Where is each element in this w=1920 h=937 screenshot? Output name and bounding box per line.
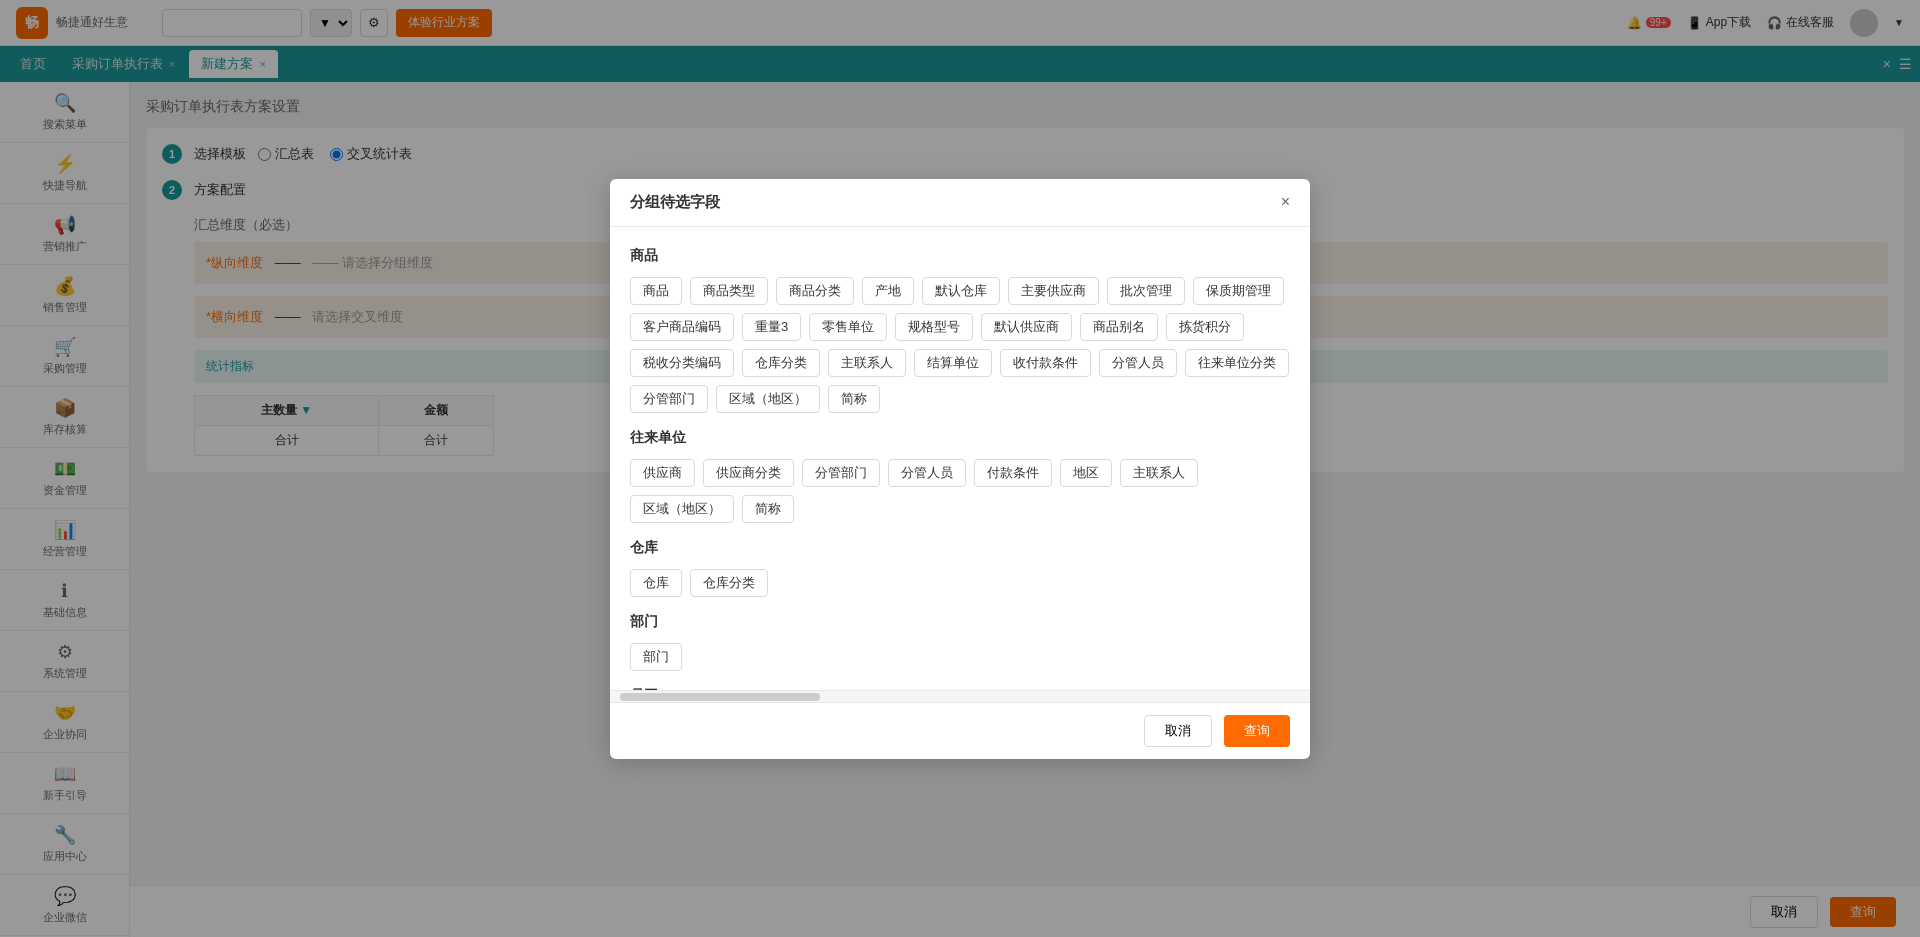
field-tag-weight3[interactable]: 重量3 [742, 313, 801, 341]
field-tag-supplier[interactable]: 供应商 [630, 459, 695, 487]
field-tag-main-contact-partner[interactable]: 主联系人 [1120, 459, 1198, 487]
field-tag-spec-model[interactable]: 规格型号 [895, 313, 973, 341]
field-tag-dept[interactable]: 部门 [630, 643, 682, 671]
field-tag-supplier-cat[interactable]: 供应商分类 [703, 459, 794, 487]
field-tag-region-partner[interactable]: 地区 [1060, 459, 1112, 487]
field-tag-tax-code[interactable]: 税收分类编码 [630, 349, 734, 377]
field-tag-default-supplier[interactable]: 默认供应商 [981, 313, 1072, 341]
field-tag-batch-mgmt[interactable]: 批次管理 [1107, 277, 1185, 305]
section-title-partner: 往来单位 [630, 429, 1290, 447]
field-tag-customer-code[interactable]: 客户商品编码 [630, 313, 734, 341]
field-tag-person-partner[interactable]: 分管人员 [888, 459, 966, 487]
field-tag-goods-alias[interactable]: 商品别名 [1080, 313, 1158, 341]
field-tag-pick-points[interactable]: 拣货积分 [1166, 313, 1244, 341]
field-tag-supervisor-dept[interactable]: 分管部门 [630, 385, 708, 413]
field-tag-supervisor[interactable]: 分管人员 [1099, 349, 1177, 377]
modal-body: 商品 商品 商品类型 商品分类 产地 默认仓库 主要供应商 批次管理 保质期管理… [610, 227, 1310, 690]
field-tag-partner-category[interactable]: 往来单位分类 [1185, 349, 1289, 377]
modal-cancel-button[interactable]: 取消 [1144, 715, 1212, 747]
field-tag-goods[interactable]: 商品 [630, 277, 682, 305]
field-tag-warehouse-cat[interactable]: 仓库分类 [742, 349, 820, 377]
field-tag-settlement-unit[interactable]: 结算单位 [914, 349, 992, 377]
field-tag-dept-partner[interactable]: 分管部门 [802, 459, 880, 487]
field-tag-warehouse[interactable]: 仓库 [630, 569, 682, 597]
field-tag-region2-partner[interactable]: 区域（地区） [630, 495, 734, 523]
field-tag-warehouse-category[interactable]: 仓库分类 [690, 569, 768, 597]
modal-footer: 取消 查询 [610, 702, 1310, 759]
field-grid-dept: 部门 [630, 643, 1290, 671]
section-title-warehouse: 仓库 [630, 539, 1290, 557]
field-tag-goods-type[interactable]: 商品类型 [690, 277, 768, 305]
field-tag-payment-condition[interactable]: 付款条件 [974, 459, 1052, 487]
modal-header: 分组待选字段 × [610, 179, 1310, 227]
field-tag-expiry-mgmt[interactable]: 保质期管理 [1193, 277, 1284, 305]
field-tag-retail-unit[interactable]: 零售单位 [809, 313, 887, 341]
modal-hscrollbar[interactable] [610, 690, 1310, 702]
field-tag-short-name-goods[interactable]: 简称 [828, 385, 880, 413]
field-tag-goods-category[interactable]: 商品分类 [776, 277, 854, 305]
section-title-goods: 商品 [630, 247, 1290, 265]
field-tag-main-supplier[interactable]: 主要供应商 [1008, 277, 1099, 305]
field-grid-goods: 商品 商品类型 商品分类 产地 默认仓库 主要供应商 批次管理 保质期管理 客户… [630, 277, 1290, 413]
section-title-dept: 部门 [630, 613, 1290, 631]
field-grid-warehouse: 仓库 仓库分类 [630, 569, 1290, 597]
modal-confirm-button[interactable]: 查询 [1224, 715, 1290, 747]
modal-close-button[interactable]: × [1281, 193, 1290, 211]
field-tag-default-warehouse[interactable]: 默认仓库 [922, 277, 1000, 305]
field-grid-partner: 供应商 供应商分类 分管部门 分管人员 付款条件 地区 主联系人 区域（地区） … [630, 459, 1290, 523]
field-tag-main-contact[interactable]: 主联系人 [828, 349, 906, 377]
field-tag-payment-terms[interactable]: 收付款条件 [1000, 349, 1091, 377]
modal-overlay: 分组待选字段 × 商品 商品 商品类型 商品分类 产地 默认仓库 主要供应商 批… [0, 0, 1920, 937]
modal-title: 分组待选字段 [630, 193, 720, 212]
modal-hscrollbar-thumb [620, 693, 820, 701]
field-tag-region-goods[interactable]: 区域（地区） [716, 385, 820, 413]
field-tag-origin[interactable]: 产地 [862, 277, 914, 305]
modal: 分组待选字段 × 商品 商品 商品类型 商品分类 产地 默认仓库 主要供应商 批… [610, 179, 1310, 759]
field-tag-short-name-partner[interactable]: 简称 [742, 495, 794, 523]
